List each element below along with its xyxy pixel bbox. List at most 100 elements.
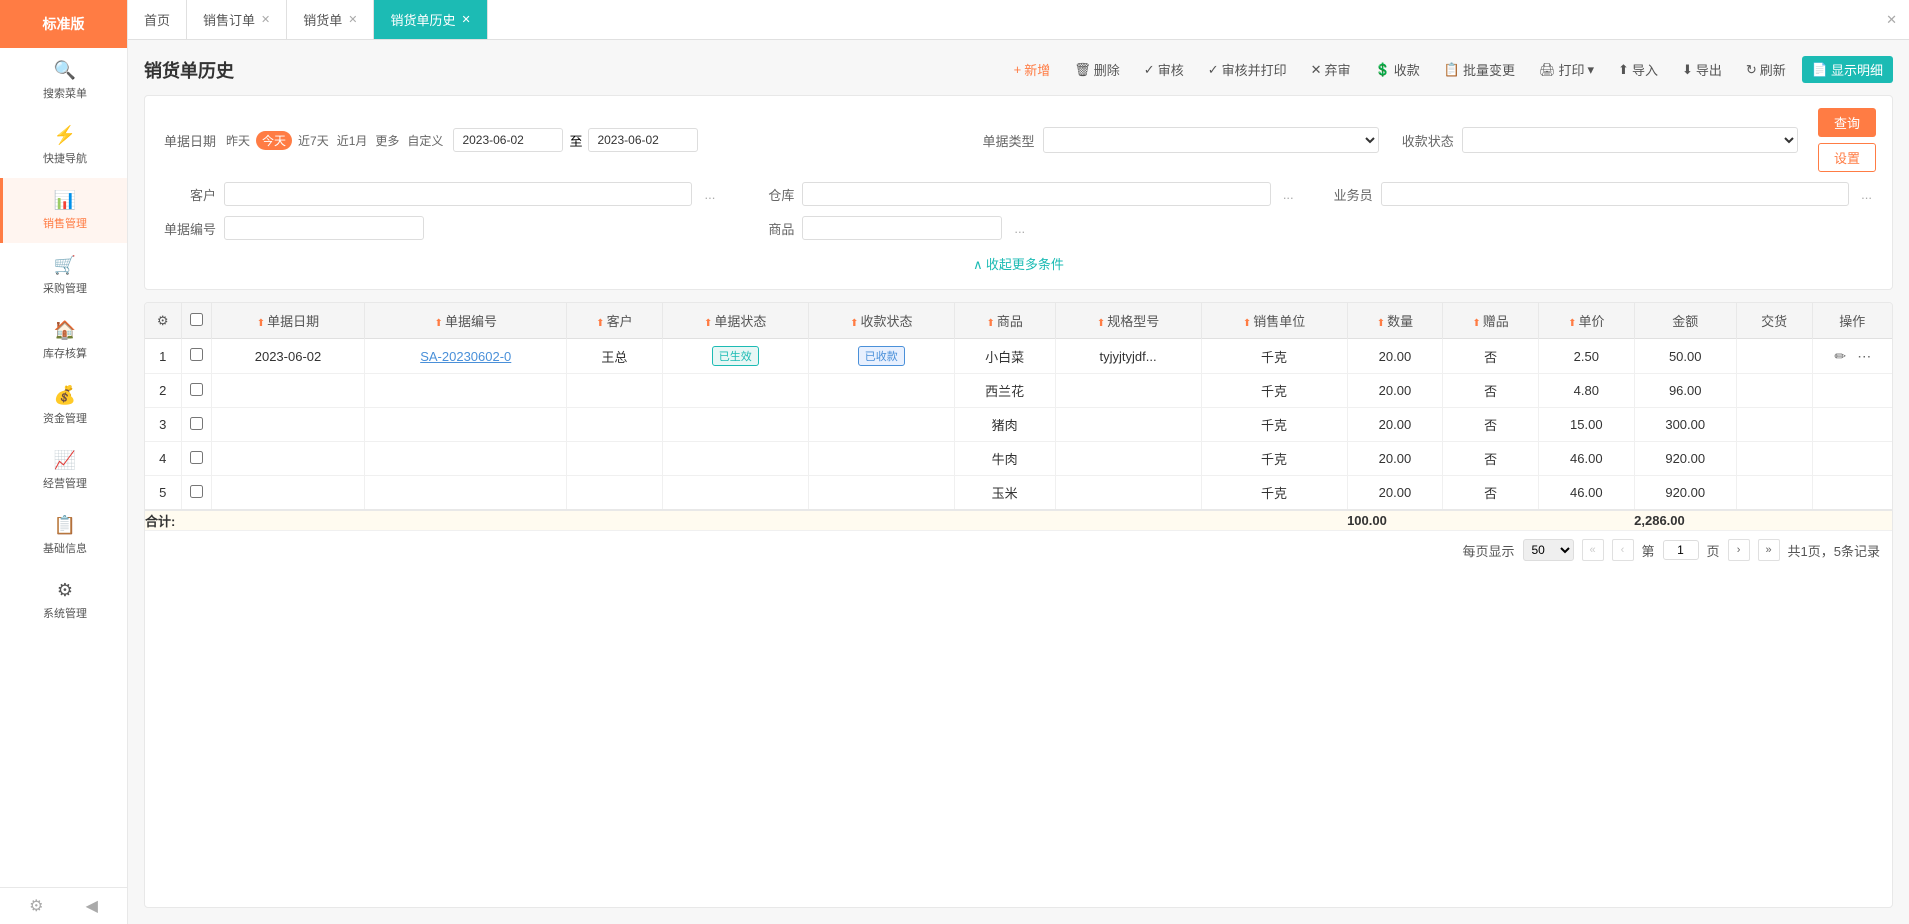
column-price[interactable]: ⬆单价 (1538, 303, 1634, 339)
column-unit[interactable]: ⬆销售单位 (1201, 303, 1347, 339)
cell-action (1812, 476, 1892, 511)
column-customer[interactable]: ⬆客户 (567, 303, 663, 339)
shortcut-custom[interactable]: 自定义 (405, 132, 445, 149)
audit-button[interactable]: ✓ 审核 (1136, 56, 1192, 83)
date-to-input[interactable] (588, 128, 698, 152)
warehouse-input[interactable] (802, 182, 1270, 206)
tab-sales-delivery[interactable]: 销货单 ✕ (287, 0, 374, 39)
docno-input[interactable] (224, 216, 424, 240)
doc-type-select[interactable] (1043, 127, 1379, 153)
display-detail-button[interactable]: 📄 显示明细 (1802, 56, 1893, 83)
batch-change-button[interactable]: 📋 批量变更 (1436, 56, 1523, 83)
next-page-btn[interactable]: › (1728, 539, 1750, 561)
audit-print-button[interactable]: ✓ 审核并打印 (1200, 56, 1295, 83)
sidebar-item-purchase[interactable]: 🛒 采购管理 (0, 243, 127, 308)
column-gift[interactable]: ⬆赠品 (1443, 303, 1539, 339)
sidebar-item-system[interactable]: ⚙ 系统管理 (0, 568, 127, 633)
sidebar-bottom: ⚙ ◀ (0, 887, 127, 924)
abandon-icon: ✕ (1311, 62, 1322, 78)
tab-sales-order-close[interactable]: ✕ (261, 13, 270, 26)
warehouse-picker-btn[interactable]: ... (1279, 187, 1298, 202)
column-status[interactable]: ⬆单据状态 (662, 303, 808, 339)
cell-product: 玉米 (954, 476, 1055, 511)
delete-button[interactable]: 🗑 删除 (1066, 56, 1128, 83)
set-button[interactable]: 设置 (1818, 143, 1876, 172)
tab-sales-order[interactable]: 销售订单 ✕ (187, 0, 287, 39)
receipt-status-select[interactable] (1462, 127, 1798, 153)
customer-picker-btn[interactable]: ... (700, 187, 719, 202)
filter-receipt-status-group: 收款状态 (1399, 127, 1798, 153)
per-page-select[interactable]: 20 50 100 (1523, 539, 1574, 561)
print-button[interactable]: 🖨 打印 ▾ (1531, 56, 1602, 83)
date-range: 至 (453, 128, 959, 152)
shortcut-more[interactable]: 更多 (373, 132, 401, 149)
cell-checkbox[interactable] (181, 374, 211, 408)
prev-page-btn[interactable]: ‹ (1612, 539, 1634, 561)
tab-bar-right: ✕ (1874, 0, 1909, 39)
row-checkbox[interactable] (190, 417, 203, 430)
receive-button[interactable]: 💲 收款 (1367, 56, 1428, 83)
select-all-checkbox[interactable] (190, 313, 203, 326)
customer-label: 客户 (161, 185, 216, 204)
sidebar-item-operation[interactable]: 📈 经营管理 (0, 438, 127, 503)
salesperson-picker-btn[interactable]: ... (1857, 187, 1876, 202)
shortcut-7days[interactable]: 近7天 (296, 132, 331, 149)
date-from-input[interactable] (453, 128, 563, 152)
cell-checkbox[interactable] (181, 442, 211, 476)
row-more-btn[interactable]: ⋯ (1854, 346, 1874, 366)
sidebar-item-sales[interactable]: 📊 销售管理 (0, 178, 127, 243)
column-qty[interactable]: ⬆数量 (1347, 303, 1443, 339)
cell-checkbox[interactable] (181, 339, 211, 374)
audit-print-label: 审核并打印 (1222, 60, 1287, 79)
column-product[interactable]: ⬆商品 (954, 303, 1055, 339)
delete-icon: 🗑 (1074, 62, 1091, 78)
cell-checkbox[interactable] (181, 408, 211, 442)
row-checkbox[interactable] (190, 348, 203, 361)
product-picker-btn[interactable]: ... (1010, 221, 1029, 236)
first-page-btn[interactable]: « (1582, 539, 1604, 561)
row-checkbox[interactable] (190, 485, 203, 498)
column-checkbox[interactable] (181, 303, 211, 339)
row-edit-btn[interactable]: ✏ (1830, 346, 1850, 366)
sidebar-settings-btn[interactable]: ⚙ (29, 896, 43, 916)
query-button[interactable]: 查询 (1818, 108, 1876, 137)
sidebar-item-inventory[interactable]: 🏠 库存核算 (0, 308, 127, 373)
close-all-btn[interactable]: ✕ (1886, 12, 1897, 28)
date-shortcuts: 昨天 今天 近7天 近1月 更多 自定义 (224, 131, 445, 150)
column-date[interactable]: ⬆单据日期 (211, 303, 365, 339)
row-checkbox[interactable] (190, 451, 203, 464)
shortcut-1month[interactable]: 近1月 (335, 132, 370, 149)
collapse-btn[interactable]: ∧ 收起更多条件 (161, 250, 1876, 277)
cell-checkbox[interactable] (181, 476, 211, 511)
sidebar-item-search[interactable]: 🔍 搜索菜单 (0, 48, 127, 113)
refresh-button[interactable]: ↻ 刷新 (1738, 56, 1794, 83)
sidebar-item-finance[interactable]: 💰 资金管理 (0, 373, 127, 438)
column-gear[interactable]: ⚙ (145, 303, 181, 339)
shortcut-today[interactable]: 今天 (256, 131, 292, 150)
doc-no-link[interactable]: SA-20230602-0 (420, 349, 511, 364)
column-receipt[interactable]: ⬆收款状态 (808, 303, 954, 339)
abandon-button[interactable]: ✕ 弃审 (1303, 56, 1359, 83)
tab-sales-history[interactable]: 销货单历史 ✕ (374, 0, 487, 39)
add-button[interactable]: + 新增 (1006, 56, 1059, 83)
salesperson-input[interactable] (1381, 182, 1849, 206)
row-checkbox[interactable] (190, 383, 203, 396)
sidebar-collapse-btn[interactable]: ◀ (86, 896, 98, 916)
column-spec[interactable]: ⬆规格型号 (1055, 303, 1201, 339)
tab-sales-delivery-close[interactable]: ✕ (348, 13, 357, 26)
shortcut-yesterday[interactable]: 昨天 (224, 132, 252, 149)
product-input[interactable] (802, 216, 1002, 240)
column-no[interactable]: ⬆单据编号 (365, 303, 567, 339)
tab-sales-history-close[interactable]: ✕ (462, 13, 471, 26)
export-icon: ⬇ (1682, 62, 1693, 78)
page-number-input[interactable] (1663, 540, 1699, 560)
customer-input[interactable] (224, 182, 692, 206)
sidebar-item-basic[interactable]: 📋 基础信息 (0, 503, 127, 568)
export-button[interactable]: ⬇ 导出 (1674, 56, 1730, 83)
cell-doc-status (662, 442, 808, 476)
sidebar-item-shortcut[interactable]: ⚡ 快捷导航 (0, 113, 127, 178)
last-page-btn[interactable]: » (1758, 539, 1780, 561)
import-button[interactable]: ⬆ 导入 (1610, 56, 1666, 83)
tab-home[interactable]: 首页 (128, 0, 187, 39)
receive-label: 收款 (1394, 60, 1420, 79)
